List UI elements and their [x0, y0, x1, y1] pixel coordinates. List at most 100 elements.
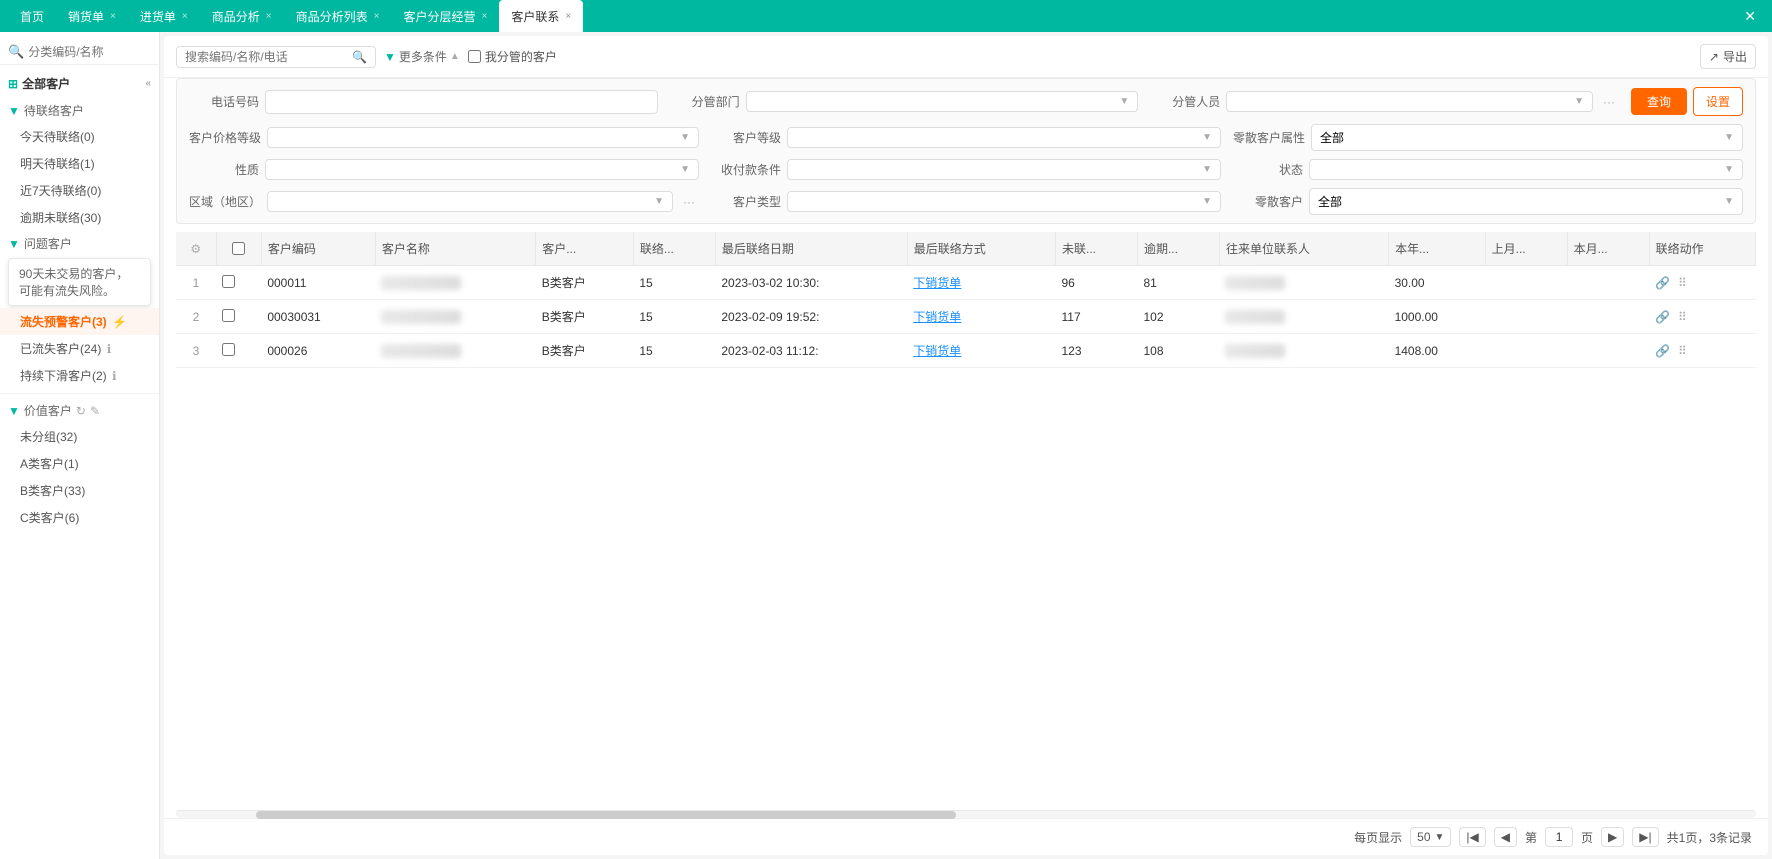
page-label: 第 — [1525, 829, 1537, 846]
contact-method-link[interactable]: 下销货单 — [913, 276, 961, 290]
sidebar-item-ungrouped[interactable]: 未分组(32) — [0, 423, 159, 450]
export-icon: ↗ — [1709, 50, 1719, 64]
filter-person-dots[interactable]: ··· — [1599, 95, 1619, 109]
edit-icon[interactable]: ✎ — [90, 404, 100, 418]
per-page-label: 每页显示 — [1354, 829, 1402, 846]
filter-retail-attr: 零散客户属性 全部▼ — [1233, 124, 1743, 151]
filter-retail-customer-select[interactable]: 全部▼ — [1309, 188, 1743, 215]
filter-nature-select[interactable]: ▼ — [265, 159, 699, 180]
cell-seq: 2 — [176, 300, 216, 334]
sidebar-item-today-contact[interactable]: 今天待联络(0) — [0, 123, 159, 150]
page-size-select[interactable]: 50 ▼ — [1410, 827, 1451, 847]
sidebar-search-input[interactable] — [28, 45, 151, 59]
filter-person-select[interactable]: ▼ — [1226, 91, 1593, 112]
sidebar-item-class-c[interactable]: C类客户(6) — [0, 504, 159, 531]
filter-price-tier-select[interactable]: ▼ — [267, 127, 699, 148]
current-page-input[interactable]: 1 — [1545, 827, 1573, 847]
close-tab-customer-tier[interactable]: × — [481, 11, 487, 22]
select-all-checkbox[interactable] — [232, 242, 245, 255]
tab-product-analysis-list[interactable]: 商品分析列表 × — [284, 0, 392, 32]
churned-info-icon: ℹ — [107, 342, 112, 356]
chevron-down-icon-price: ▼ — [680, 132, 690, 143]
table-header-row: ⚙ 客户编码 客户名称 — [176, 232, 1756, 266]
prev-page-button[interactable]: ◀ — [1494, 827, 1517, 847]
export-button[interactable]: ↗ 导出 — [1700, 44, 1756, 69]
filter-status-select[interactable]: ▼ — [1309, 159, 1743, 180]
tab-sales-order[interactable]: 销货单 × — [56, 0, 128, 32]
search-input[interactable] — [185, 50, 352, 64]
table-row: 1 000011 B类客户 15 2023-03-02 10:30: 下销货单 … — [176, 266, 1756, 300]
sidebar-item-7day-contact[interactable]: 近7天待联络(0) — [0, 177, 159, 204]
sidebar-item-churned[interactable]: 已流失客户(24) ℹ — [0, 335, 159, 362]
cell-contact-person — [1219, 300, 1388, 334]
window-close-button[interactable]: ✕ — [1728, 8, 1772, 25]
row-checkbox[interactable] — [222, 309, 235, 322]
tab-product-analysis[interactable]: 商品分析 × — [200, 0, 284, 32]
action-more-icon[interactable]: ⠿ — [1678, 344, 1687, 358]
query-button[interactable]: 查询 — [1631, 88, 1687, 115]
settings-button[interactable]: 设置 — [1693, 87, 1743, 116]
my-customers-check[interactable] — [468, 50, 481, 63]
sidebar-item-class-a[interactable]: A类客户(1) — [0, 450, 159, 477]
filter-payment-select[interactable]: ▼ — [787, 159, 1221, 180]
sidebar-item-overdue-contact[interactable]: 逾期未联络(30) — [0, 204, 159, 231]
scrollbar-thumb[interactable] — [256, 811, 956, 819]
contact-method-link[interactable]: 下销货单 — [913, 310, 961, 324]
close-tab-purchase-order[interactable]: × — [182, 11, 188, 22]
cell-last-date: 2023-02-03 11:12: — [715, 334, 907, 368]
close-tab-customer-contact[interactable]: × — [565, 11, 571, 22]
filter-phone-input[interactable] — [265, 90, 658, 114]
sidebar-group-pending-contact[interactable]: ▼ 待联络客户 — [0, 98, 159, 123]
cell-last-method: 下销货单 — [907, 300, 1055, 334]
filter-region-dots[interactable]: ··· — [679, 195, 699, 209]
first-page-button[interactable]: |◀ — [1459, 827, 1485, 847]
cell-checkbox — [216, 334, 261, 368]
refresh-icon[interactable]: ↻ — [76, 404, 86, 418]
action-link-icon[interactable]: 🔗 — [1655, 344, 1670, 358]
search-submit-icon[interactable]: 🔍 — [352, 50, 367, 64]
th-customer-type: 客户... — [536, 232, 634, 266]
cell-type: B类客户 — [536, 300, 634, 334]
sidebar-item-declining[interactable]: 持续下滑客户(2) ℹ — [0, 362, 159, 389]
close-tab-sales-order[interactable]: × — [110, 11, 116, 22]
sidebar-group-value-customers[interactable]: ▼ 价值客户 ↻ ✎ — [0, 398, 159, 423]
filter-customer-tier-select[interactable]: ▼ — [787, 127, 1221, 148]
chevron-down-icon-person: ▼ — [1574, 96, 1584, 107]
action-link-icon[interactable]: 🔗 — [1655, 276, 1670, 290]
row-checkbox[interactable] — [222, 343, 235, 356]
filter-dept-select[interactable]: ▼ — [746, 91, 1139, 112]
sidebar-item-tomorrow-contact[interactable]: 明天待联络(1) — [0, 150, 159, 177]
tab-customer-tier[interactable]: 客户分层经营 × — [391, 0, 499, 32]
filter-phone-label: 电话号码 — [189, 93, 259, 110]
tab-customer-contact[interactable]: 客户联系 × — [499, 0, 583, 32]
sidebar-item-churn-warning[interactable]: 流失预警客户(3) ⚡ — [0, 308, 159, 335]
my-customers-checkbox[interactable]: 我分管的客户 — [468, 48, 557, 65]
filter-retail-customer-label: 零散客户 — [1233, 193, 1303, 210]
cell-last-month — [1485, 300, 1567, 334]
close-tab-product-analysis[interactable]: × — [266, 11, 272, 22]
filter-customer-tier-label: 客户等级 — [711, 129, 781, 146]
sidebar-item-class-b[interactable]: B类客户(33) — [0, 477, 159, 504]
sidebar-all-customers[interactable]: ⊞ 全部客户 « — [0, 69, 159, 98]
filter-payment: 收付款条件 ▼ — [711, 159, 1221, 180]
action-link-icon[interactable]: 🔗 — [1655, 310, 1670, 324]
filter-retail-attr-select[interactable]: 全部▼ — [1311, 124, 1743, 151]
tab-purchase-order[interactable]: 进货单 × — [128, 0, 200, 32]
action-more-icon[interactable]: ⠿ — [1678, 310, 1687, 324]
filter-region-select[interactable]: ▼ — [267, 191, 673, 212]
row-checkbox[interactable] — [222, 275, 235, 288]
filter-payment-label: 收付款条件 — [711, 161, 781, 178]
action-more-icon[interactable]: ⠿ — [1678, 276, 1687, 290]
last-page-button[interactable]: ▶| — [1632, 827, 1658, 847]
table-settings-icon[interactable]: ⚙ — [190, 242, 201, 256]
filter-customer-type-select[interactable]: ▼ — [787, 191, 1221, 212]
tab-home[interactable]: 首页 — [8, 0, 56, 32]
horizontal-scrollbar[interactable] — [176, 810, 1756, 818]
close-tab-product-analysis-list[interactable]: × — [374, 11, 380, 22]
table-row: 3 000026 B类客户 15 2023-02-03 11:12: 下销货单 … — [176, 334, 1756, 368]
next-page-button[interactable]: ▶ — [1601, 827, 1624, 847]
sidebar-group-problem-customers[interactable]: ▼ 问题客户 — [0, 231, 159, 256]
contact-method-link[interactable]: 下销货单 — [913, 344, 961, 358]
more-conditions-button[interactable]: ▼ 更多条件 ▲ — [384, 48, 460, 65]
filter-customer-tier: 客户等级 ▼ — [711, 127, 1221, 148]
